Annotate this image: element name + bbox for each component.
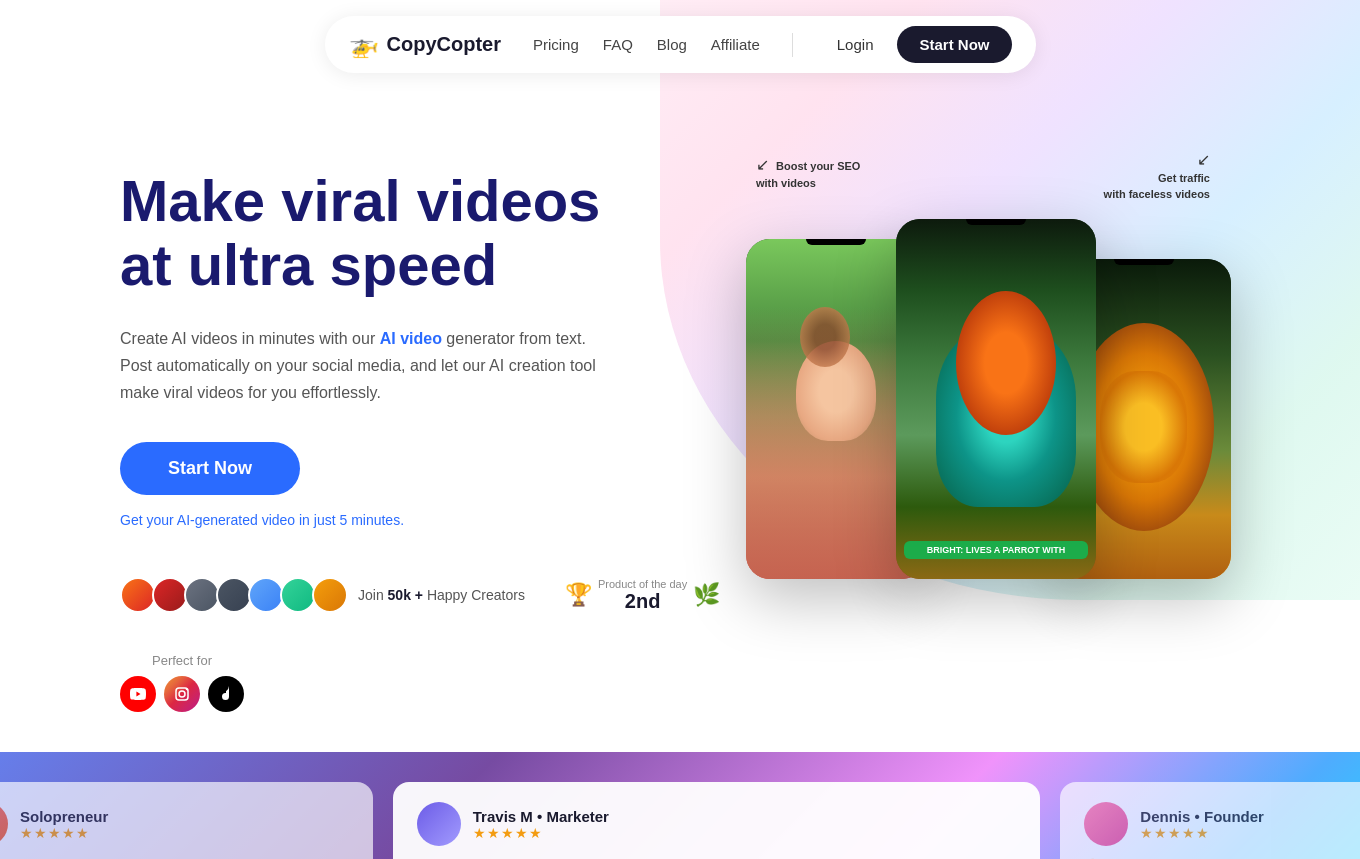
nav-inner: 🚁 CopyCopter Pricing FAQ Blog Affiliate … — [325, 16, 1036, 73]
review-header-2: Dennis • Founder ★★★★★ — [1084, 802, 1356, 846]
review-card-1: Travis M • Marketer ★★★★★ They ship insa… — [393, 782, 1041, 859]
hero-right: ↙ Boost your SEO with videos ↙ Get traff… — [736, 149, 1240, 609]
phone-screen-2: BRIGHT: LIVES A PARROT WITH — [896, 219, 1096, 579]
phone-2-label: BRIGHT: LIVES A PARROT WITH — [904, 541, 1088, 559]
reviewer-name-2: Dennis • Founder — [1140, 808, 1264, 825]
brand-name: CopyCopter — [387, 33, 501, 56]
avatar-2 — [152, 577, 188, 613]
tiktok-icon — [208, 676, 244, 712]
social-proof-row: Join 50k + Happy Creators 🏆 Product of t… — [120, 577, 736, 712]
reviewer-stars-0: ★★★★★ — [20, 825, 108, 841]
reviewer-avatar-2 — [1084, 802, 1128, 846]
svg-point-2 — [186, 689, 188, 691]
nav-divider — [792, 33, 793, 57]
nav-link-faq[interactable]: FAQ — [603, 36, 633, 53]
hero-subtitle: Create AI videos in minutes with our AI … — [120, 325, 620, 407]
logo-link[interactable]: 🚁 CopyCopter — [349, 31, 501, 59]
hero-section: Make viral videos at ultra speed Create … — [0, 89, 1360, 752]
reviewer-avatar-1 — [417, 802, 461, 846]
reviewer-name-1: Travis M • Marketer — [473, 808, 609, 825]
review-card-partial-1: Solopreneur ★★★★★ best content conversio… — [0, 782, 373, 859]
phone-notch-3 — [1114, 259, 1174, 265]
reviews-section: Solopreneur ★★★★★ best content conversio… — [0, 752, 1360, 859]
nav-links: Pricing FAQ Blog Affiliate — [533, 36, 760, 53]
avatar-6 — [280, 577, 316, 613]
avatar-3 — [184, 577, 220, 613]
social-icons — [120, 676, 244, 712]
reviews-track: Solopreneur ★★★★★ best content conversio… — [0, 782, 1360, 859]
cta-subtitle-link[interactable]: Get your AI-generated video in just 5 mi… — [120, 512, 404, 528]
start-now-nav-button[interactable]: Start Now — [897, 26, 1011, 63]
logo-icon: 🚁 — [349, 31, 379, 59]
phone-notch-1 — [806, 239, 866, 245]
hero-left: Make viral videos at ultra speed Create … — [120, 149, 736, 712]
phone-card-2: BRIGHT: LIVES A PARROT WITH — [896, 219, 1096, 579]
youtube-icon — [120, 676, 156, 712]
perfect-for-section: Perfect for — [120, 653, 244, 712]
reviewer-info-2: Dennis • Founder ★★★★★ — [1140, 808, 1264, 841]
laurel-right: 🌿 — [693, 582, 720, 608]
reviewer-info-1: Travis M • Marketer ★★★★★ — [473, 808, 609, 841]
avatar-5 — [248, 577, 284, 613]
reviewer-stars-2: ★★★★★ — [1140, 825, 1264, 841]
login-button[interactable]: Login — [825, 30, 886, 59]
product-badge: 🏆 Product of the day 2nd 🌿 — [565, 578, 720, 613]
nav-link-affiliate[interactable]: Affiliate — [711, 36, 760, 53]
hero-title: Make viral videos at ultra speed — [120, 169, 736, 297]
laurel-left: 🏆 — [565, 582, 592, 608]
annotation-seo: ↙ Boost your SEO with videos — [756, 154, 860, 192]
avatar-7 — [312, 577, 348, 613]
ai-video-link[interactable]: AI video — [380, 330, 442, 347]
nav-link-pricing[interactable]: Pricing — [533, 36, 579, 53]
reviewer-stars-1: ★★★★★ — [473, 825, 609, 841]
avatars-group — [120, 577, 348, 613]
review-header-0: Solopreneur ★★★★★ — [0, 802, 349, 846]
avatar-1 — [120, 577, 156, 613]
phone-mockups: BRIGHT: LIVES A PARROT WITH — [736, 199, 1240, 659]
join-text: Join 50k + Happy Creators — [358, 587, 525, 603]
svg-point-1 — [179, 691, 185, 697]
phone-notch-2 — [966, 219, 1026, 225]
annotation-traffic: ↙ Get traffic with faceless videos — [1104, 149, 1210, 202]
reviewer-name-0: Solopreneur — [20, 808, 108, 825]
start-now-hero-button[interactable]: Start Now — [120, 442, 300, 495]
review-header-1: Travis M • Marketer ★★★★★ — [417, 802, 1017, 846]
avatar-4 — [216, 577, 252, 613]
badge-text: Product of the day 2nd — [598, 578, 687, 613]
navbar: 🚁 CopyCopter Pricing FAQ Blog Affiliate … — [0, 0, 1360, 89]
reviewer-avatar-0 — [0, 802, 8, 846]
nav-actions: Login Start Now — [825, 26, 1012, 63]
review-card-partial-2: Dennis • Founder ★★★★★ 🤩 — [1060, 782, 1360, 859]
reviewer-info-0: Solopreneur ★★★★★ — [20, 808, 108, 841]
avatars-section: Join 50k + Happy Creators — [120, 577, 525, 613]
nav-link-blog[interactable]: Blog — [657, 36, 687, 53]
instagram-icon — [164, 676, 200, 712]
